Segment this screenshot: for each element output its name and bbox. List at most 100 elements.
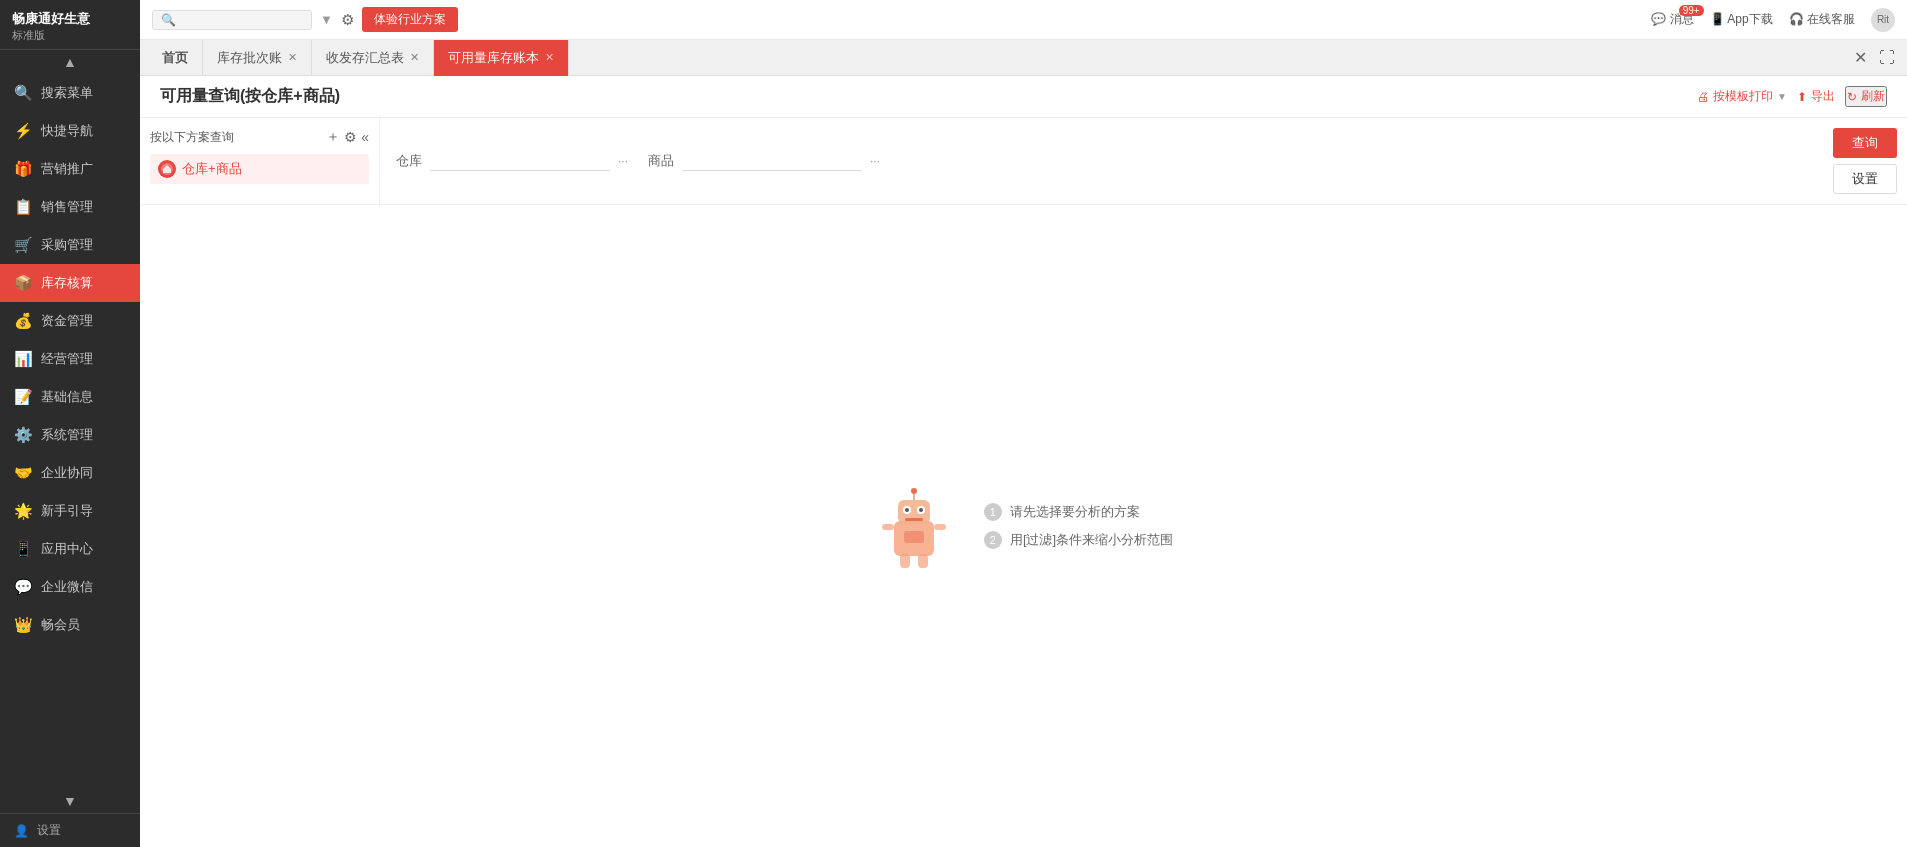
expand-tab-btn[interactable]: ⛶ xyxy=(1875,49,1899,67)
scroll-up-btn[interactable]: ▲ xyxy=(0,50,140,74)
message-area[interactable]: 💬 消息 99+ xyxy=(1651,11,1693,28)
sidebar-header: 畅康通好生意 标准版 xyxy=(0,0,140,50)
print-label: 按模板打印 xyxy=(1713,88,1773,105)
tab-receive-summary[interactable]: 收发存汇总表 ✕ xyxy=(312,40,434,76)
sidebar-item-wechat[interactable]: 💬 企业微信 xyxy=(0,568,140,606)
sidebar-item-appstore[interactable]: 📱 应用中心 xyxy=(0,530,140,568)
sidebar-item-purchase[interactable]: 🛒 采购管理 xyxy=(0,226,140,264)
sidebar-item-label: 采购管理 xyxy=(41,236,93,254)
refresh-btn[interactable]: ↻ 刷新 xyxy=(1845,86,1887,107)
goods-input[interactable] xyxy=(682,151,862,171)
query-section: 按以下方案查询 ＋ ⚙ « 仓库+商品 xyxy=(140,118,1907,205)
empty-tip-2: 2 用[过滤]条件来缩小分析范围 xyxy=(984,531,1173,549)
lightning-icon: ⚡ xyxy=(14,122,33,140)
online-service-label: 在线客服 xyxy=(1807,12,1855,26)
export-label: 导出 xyxy=(1811,88,1835,105)
goods-label: 商品 xyxy=(648,152,674,170)
search-box: 🔍 xyxy=(152,10,312,30)
sidebar-item-quick-nav[interactable]: ⚡ 快捷导航 xyxy=(0,112,140,150)
tabs-bar: 首页 库存批次账 ✕ 收发存汇总表 ✕ 可用量库存账本 ✕ ✕ ⛶ xyxy=(140,40,1907,76)
print-btn[interactable]: 🖨 按模板打印 ▼ xyxy=(1697,88,1787,105)
warehouse-more[interactable]: ··· xyxy=(618,154,628,168)
tab-receive-summary-close[interactable]: ✕ xyxy=(410,51,419,64)
scheme-icon xyxy=(158,160,176,178)
avatar[interactable]: Rit xyxy=(1871,8,1895,32)
sidebar-item-label: 基础信息 xyxy=(41,388,93,406)
export-btn[interactable]: ⬆ 导出 xyxy=(1797,88,1835,105)
refresh-label: 刷新 xyxy=(1861,88,1885,105)
search-input[interactable] xyxy=(180,13,280,27)
crown-icon: 👑 xyxy=(14,616,33,634)
main-area: 🔍 ▼ ⚙ 体验行业方案 💬 消息 99+ 📱 App下载 🎧 在线客服 Rit xyxy=(140,0,1907,847)
tab-available-ledger-label: 可用量库存账本 xyxy=(448,49,539,67)
tab-batch-ledger-label: 库存批次账 xyxy=(217,49,282,67)
tip-num-1: 1 xyxy=(984,503,1002,521)
tip-text-2: 用[过滤]条件来缩小分析范围 xyxy=(1010,531,1173,549)
headset-icon: 🎧 xyxy=(1789,12,1804,26)
tab-available-ledger-close[interactable]: ✕ xyxy=(545,51,554,64)
sidebar-item-basics[interactable]: 📝 基础信息 xyxy=(0,378,140,416)
add-scheme-btn[interactable]: ＋ xyxy=(326,128,340,146)
sidebar-item-label: 销售管理 xyxy=(41,198,93,216)
industry-btn[interactable]: 体验行业方案 xyxy=(362,7,458,32)
sidebar-item-label: 企业微信 xyxy=(41,578,93,596)
tab-home-label: 首页 xyxy=(162,49,188,67)
sidebar-footer: 👤 设置 xyxy=(0,813,140,847)
money-icon: 💰 xyxy=(14,312,33,330)
online-service[interactable]: 🎧 在线客服 xyxy=(1789,11,1855,28)
chat-icon: 💬 xyxy=(14,578,33,596)
query-btn[interactable]: 查询 xyxy=(1833,128,1897,158)
dropdown-arrow[interactable]: ▼ xyxy=(320,12,333,27)
handshake-icon: 🤝 xyxy=(14,464,33,482)
brand-name: 畅康通好生意 xyxy=(12,10,128,28)
collapse-btn[interactable]: « xyxy=(361,128,369,146)
query-sidebar-header: 按以下方案查询 ＋ ⚙ « xyxy=(150,128,369,146)
settings-icon[interactable]: ⚙ xyxy=(341,11,354,29)
query-buttons: 查询 设置 xyxy=(1823,118,1907,204)
settings-btn[interactable]: 设置 xyxy=(1833,164,1897,194)
sidebar-item-sales[interactable]: 📋 销售管理 xyxy=(0,188,140,226)
tab-batch-ledger[interactable]: 库存批次账 ✕ xyxy=(203,40,312,76)
tip-num-2: 2 xyxy=(984,531,1002,549)
sidebar-item-finance[interactable]: 💰 资金管理 xyxy=(0,302,140,340)
phone-icon: 📱 xyxy=(1710,12,1725,26)
sidebar-item-newbie[interactable]: 🌟 新手引导 xyxy=(0,492,140,530)
print-arrow: ▼ xyxy=(1777,91,1787,102)
svg-point-5 xyxy=(905,508,909,512)
message-icon: 💬 xyxy=(1651,12,1666,26)
scheme-item-warehouse-goods[interactable]: 仓库+商品 xyxy=(150,154,369,184)
svg-rect-13 xyxy=(918,554,928,568)
sidebar-item-member[interactable]: 👑 畅会员 xyxy=(0,606,140,644)
tab-available-ledger[interactable]: 可用量库存账本 ✕ xyxy=(434,40,569,76)
export-icon: ⬆ xyxy=(1797,90,1807,104)
warehouse-input[interactable] xyxy=(430,151,610,171)
star-icon: 🌟 xyxy=(14,502,33,520)
svg-point-6 xyxy=(919,508,923,512)
sidebar-item-system[interactable]: ⚙️ 系统管理 xyxy=(0,416,140,454)
section-label: 按以下方案查询 xyxy=(150,129,234,146)
scroll-down-btn[interactable]: ▼ xyxy=(0,789,140,813)
close-tab-btn[interactable]: ✕ xyxy=(1850,48,1871,67)
query-filters: 仓库 ··· 商品 ··· xyxy=(380,118,1823,204)
query-sidebar-actions: ＋ ⚙ « xyxy=(326,128,369,146)
user-name: Rit xyxy=(1877,14,1889,25)
app-download[interactable]: 📱 App下载 xyxy=(1710,11,1773,28)
content-area: 可用量查询(按仓库+商品) 🖨 按模板打印 ▼ ⬆ 导出 ↻ 刷新 xyxy=(140,76,1907,847)
box-icon: 📦 xyxy=(14,274,33,292)
scheme-label: 仓库+商品 xyxy=(182,160,242,178)
sidebar-item-inventory[interactable]: 📦 库存核算 xyxy=(0,264,140,302)
edit-scheme-btn[interactable]: ⚙ xyxy=(344,128,357,146)
search-icon: 🔍 xyxy=(161,13,176,27)
tab-home[interactable]: 首页 xyxy=(148,40,203,76)
tab-batch-ledger-close[interactable]: ✕ xyxy=(288,51,297,64)
empty-robot-illustration xyxy=(874,486,954,566)
sidebar-item-label: 库存核算 xyxy=(41,274,93,292)
goods-more[interactable]: ··· xyxy=(870,154,880,168)
goods-filter-group: 商品 ··· xyxy=(648,151,880,171)
sidebar-item-search[interactable]: 🔍 搜索菜单 xyxy=(0,74,140,112)
sidebar-item-enterprise[interactable]: 🤝 企业协同 xyxy=(0,454,140,492)
tab-receive-summary-label: 收发存汇总表 xyxy=(326,49,404,67)
sidebar-item-marketing[interactable]: 🎁 营销推广 xyxy=(0,150,140,188)
sidebar-item-operations[interactable]: 📊 经营管理 xyxy=(0,340,140,378)
warehouse-label: 仓库 xyxy=(396,152,422,170)
